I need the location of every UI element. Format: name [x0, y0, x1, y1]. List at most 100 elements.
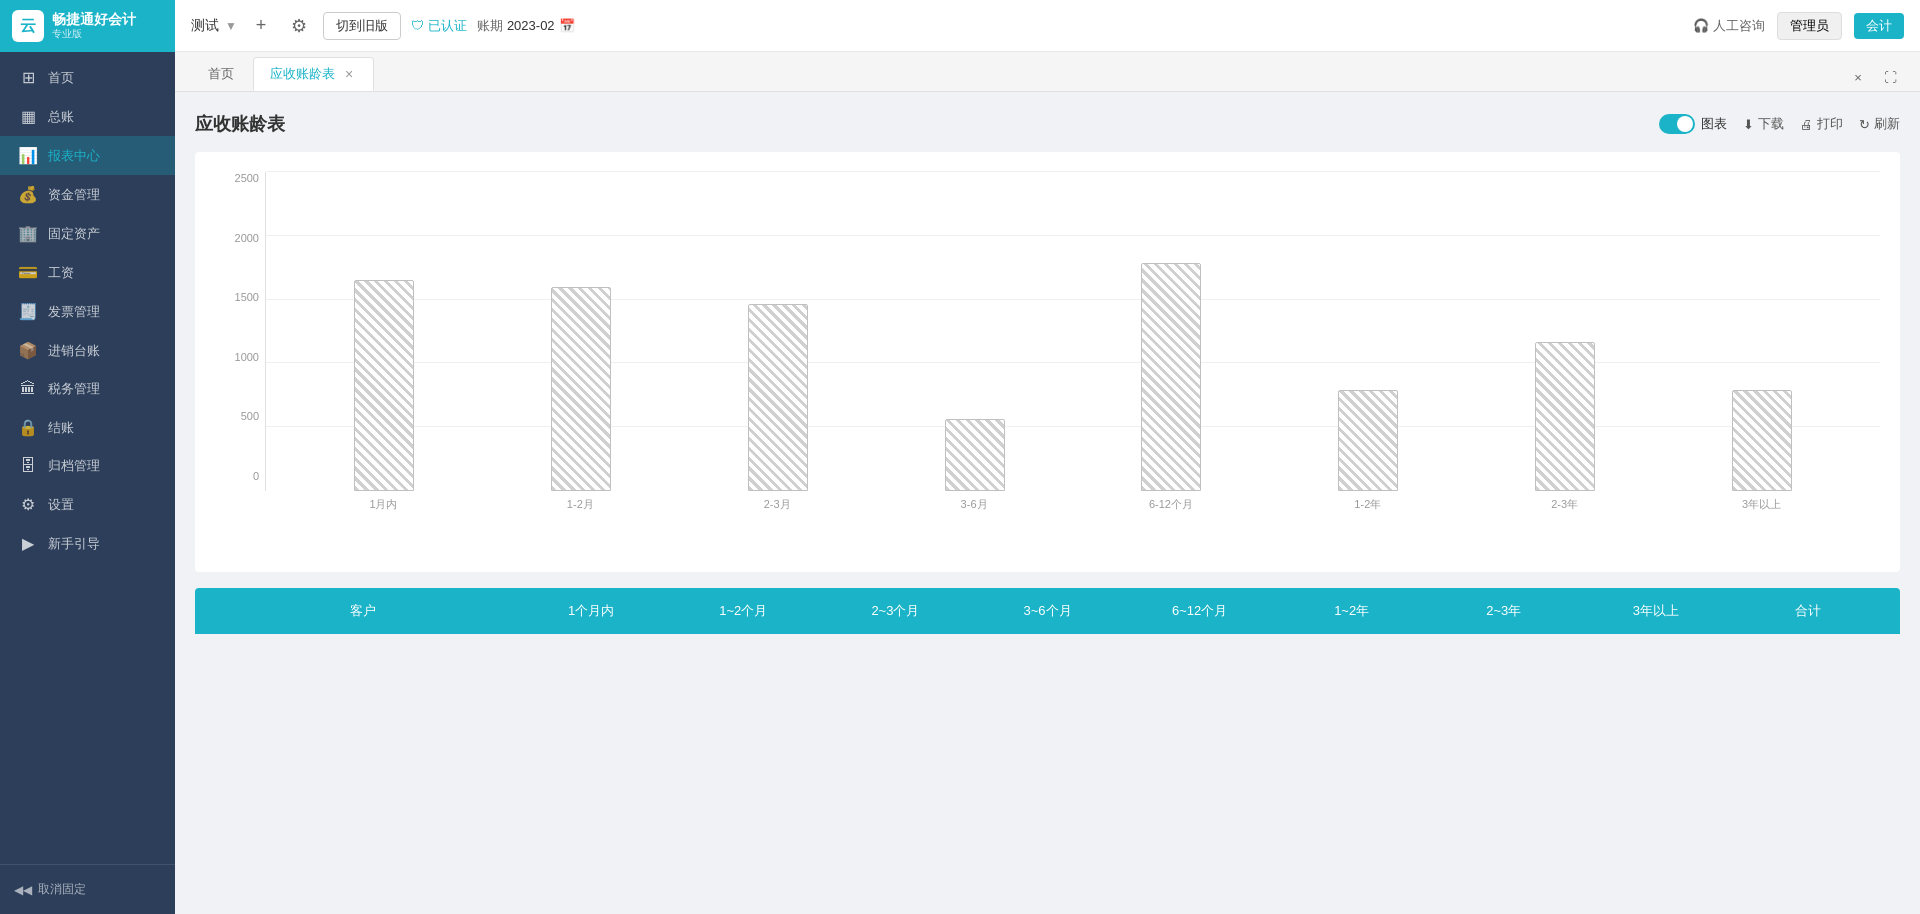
table-header-3: 2~3个月: [819, 602, 971, 620]
sidebar-label-archive: 归档管理: [48, 457, 100, 475]
table-header: 客户1个月内1~2个月2~3个月3~6个月6~12个月1~2年2~3年3年以上合…: [195, 588, 1900, 634]
tax-icon: 🏛: [18, 380, 38, 398]
bar-group: [354, 280, 414, 491]
consult-button[interactable]: 🎧 人工咨询: [1693, 17, 1765, 35]
sidebar-label-assets: 固定资产: [48, 225, 100, 243]
x-label-4: 6-12个月: [1141, 497, 1201, 512]
add-button[interactable]: +: [247, 12, 275, 40]
sidebar-item-guide[interactable]: ▶ 新手引导: [0, 524, 175, 563]
sidebar-label-closing: 结账: [48, 419, 74, 437]
sidebar-item-funds[interactable]: 💰 资金管理: [0, 175, 175, 214]
project-selector[interactable]: 测试 ▼: [191, 17, 237, 35]
sidebar-item-assets[interactable]: 🏢 固定资产: [0, 214, 175, 253]
chart-plot: [265, 172, 1880, 491]
y-label-2000: 2000: [215, 232, 265, 244]
sidebar-item-closing[interactable]: 🔒 结账: [0, 408, 175, 447]
download-button[interactable]: ⬇ 下载: [1743, 115, 1784, 133]
reports-icon: 📊: [18, 146, 38, 165]
topbar: 测试 ▼ + ⚙ 切到旧版 🛡 已认证 账期 2023-02 📅 🎧 人工咨询 …: [175, 0, 1920, 52]
main-area: 测试 ▼ + ⚙ 切到旧版 🛡 已认证 账期 2023-02 📅 🎧 人工咨询 …: [175, 0, 1920, 914]
tab-close-icon[interactable]: ×: [341, 66, 357, 82]
sidebar-label-ledger: 总账: [48, 108, 74, 126]
close-window-icon[interactable]: ×: [1844, 63, 1872, 91]
table-header-2: 1~2个月: [667, 602, 819, 620]
sidebar-item-wages[interactable]: 💳 工资: [0, 253, 175, 292]
accountant-button[interactable]: 会计: [1854, 13, 1904, 39]
y-label-1000: 1000: [215, 351, 265, 363]
print-icon: 🖨: [1800, 117, 1813, 132]
x-label-0: 1月内: [353, 497, 413, 512]
funds-icon: 💰: [18, 185, 38, 204]
account-period: 账期 2023-02 📅: [477, 17, 575, 35]
sidebar-item-inventory[interactable]: 📦 进销台账: [0, 331, 175, 370]
chart-inner: 1月内1-2月2-3月3-6月6-12个月1-2年2-3年3年以上: [265, 172, 1880, 512]
sidebar-item-settings[interactable]: ⚙ 设置: [0, 485, 175, 524]
certified-badge: 🛡 已认证: [411, 17, 467, 35]
sidebar-label-guide: 新手引导: [48, 535, 100, 553]
page-content: 应收账龄表 图表 ⬇ 下载 🖨 打印 ↻ 刷新: [175, 92, 1920, 914]
sidebar-item-ledger[interactable]: ▦ 总账: [0, 97, 175, 136]
x-labels: 1月内1-2月2-3月3-6月6-12个月1-2年2-3年3年以上: [265, 491, 1880, 512]
y-label-500: 500: [215, 410, 265, 422]
wages-icon: 💳: [18, 263, 38, 282]
app-logo: 云 畅捷通好会计 专业版: [0, 0, 175, 52]
x-label-2: 2-3月: [747, 497, 807, 512]
refresh-button[interactable]: ↻ 刷新: [1859, 115, 1900, 133]
closing-icon: 🔒: [18, 418, 38, 437]
headset-icon: 🎧: [1693, 18, 1709, 33]
page-header: 应收账龄表 图表 ⬇ 下载 🖨 打印 ↻ 刷新: [195, 112, 1900, 136]
expand-icon[interactable]: ⛶: [1876, 63, 1904, 91]
tab-aging-report-label: 应收账龄表: [270, 65, 335, 83]
archive-icon: 🗄: [18, 457, 38, 475]
page-title: 应收账龄表: [195, 112, 285, 136]
tab-aging-report[interactable]: 应收账龄表 ×: [253, 57, 374, 91]
chart-toggle-label: 图表: [1701, 115, 1727, 133]
sidebar-item-tax[interactable]: 🏛 税务管理: [0, 370, 175, 408]
sidebar-label-funds: 资金管理: [48, 186, 100, 204]
x-label-5: 1-2年: [1338, 497, 1398, 512]
sidebar-item-reports[interactable]: 📊 报表中心: [0, 136, 175, 175]
topbar-right: 🎧 人工咨询 管理员 会计: [1693, 12, 1904, 40]
bar-group: [1535, 342, 1595, 491]
settings-icon[interactable]: ⚙: [285, 12, 313, 40]
switch-old-button[interactable]: 切到旧版: [323, 12, 401, 40]
sidebar-label-invoice: 发票管理: [48, 303, 100, 321]
bar-group: [945, 419, 1005, 491]
sidebar-label-wages: 工资: [48, 264, 74, 282]
y-label-0: 0: [215, 470, 265, 482]
x-label-1: 1-2月: [550, 497, 610, 512]
table-header-8: 3年以上: [1580, 602, 1732, 620]
chevron-down-icon: ▼: [225, 19, 237, 33]
logo-icon: 云: [12, 10, 44, 42]
user-button[interactable]: 管理员: [1777, 12, 1842, 40]
bar-3年以上: [1732, 390, 1792, 491]
table-header-0: 客户: [211, 602, 515, 620]
refresh-icon: ↻: [1859, 117, 1870, 132]
pin-icon: ◀◀: [14, 883, 32, 897]
calendar-icon[interactable]: 📅: [559, 18, 575, 33]
bar-2-3年: [1535, 342, 1595, 491]
tab-home[interactable]: 首页: [191, 57, 251, 91]
assets-icon: 🏢: [18, 224, 38, 243]
download-icon: ⬇: [1743, 117, 1754, 132]
sidebar-item-home[interactable]: ⊞ 首页: [0, 58, 175, 97]
sidebar-item-archive[interactable]: 🗄 归档管理: [0, 447, 175, 485]
sidebar-item-invoice[interactable]: 🧾 发票管理: [0, 292, 175, 331]
bar-group: [1141, 263, 1201, 491]
bar-group: [1732, 390, 1792, 491]
x-label-3: 3-6月: [944, 497, 1004, 512]
toolbar: 图表 ⬇ 下载 🖨 打印 ↻ 刷新: [1659, 114, 1900, 134]
shield-icon: 🛡: [411, 18, 424, 33]
toggle-switch[interactable]: [1659, 114, 1695, 134]
guide-icon: ▶: [18, 534, 38, 553]
sidebar-label-tax: 税务管理: [48, 380, 100, 398]
chart-toggle[interactable]: 图表: [1659, 114, 1727, 134]
bar-group: [748, 304, 808, 491]
y-axis: 05001000150020002500: [215, 172, 265, 482]
print-button[interactable]: 🖨 打印: [1800, 115, 1843, 133]
table-header-5: 6~12个月: [1124, 602, 1276, 620]
logo-sub: 专业版: [52, 27, 136, 41]
bar-3-6月: [945, 419, 1005, 491]
bars-area: [266, 172, 1880, 491]
cancel-fixed-button[interactable]: ◀◀ 取消固定: [0, 873, 175, 906]
